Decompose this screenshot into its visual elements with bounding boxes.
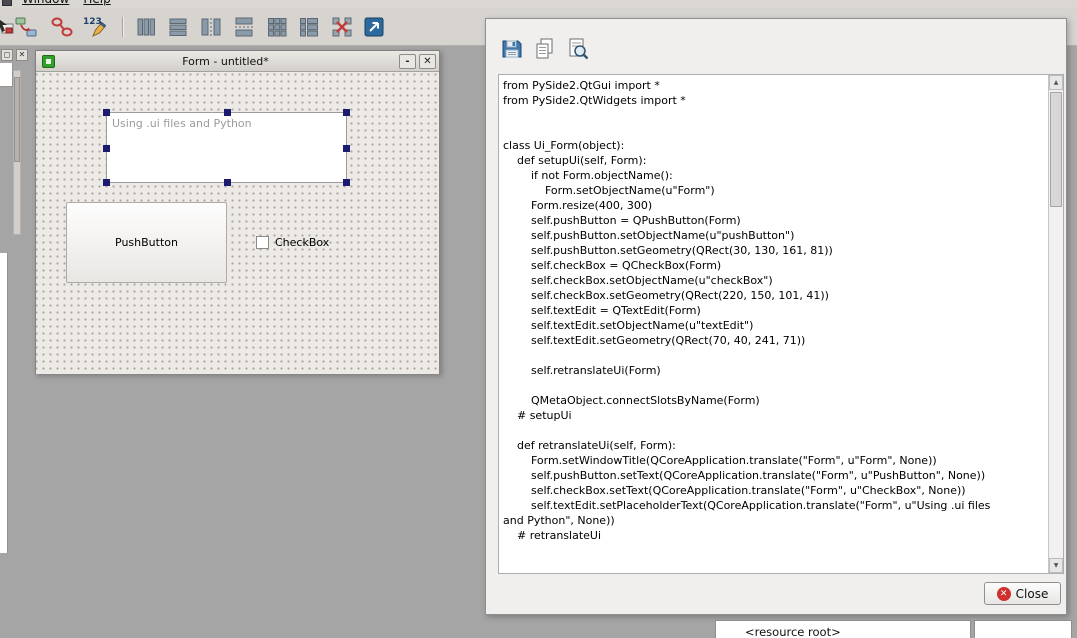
adjust-size-icon[interactable]: [362, 15, 386, 39]
menu-window[interactable]: Window: [22, 0, 69, 6]
save-icon[interactable]: [500, 37, 524, 61]
layout-grid-icon[interactable]: [265, 15, 289, 39]
dock-float-button[interactable]: ◻: [1, 49, 13, 61]
scrollbar-thumb[interactable]: [1050, 92, 1062, 207]
widgetbox-scrollbar[interactable]: [13, 70, 21, 235]
break-layout-icon[interactable]: [330, 15, 354, 39]
edit-signals-slots-icon[interactable]: [14, 15, 38, 39]
layout-horizontal-icon[interactable]: [134, 15, 158, 39]
selection-handle[interactable]: [343, 179, 350, 186]
tab-order-digits: 123: [83, 17, 102, 27]
resource-root-item[interactable]: <resource root>: [716, 621, 970, 638]
vertical-scrollbar[interactable]: ▲ ▼: [1048, 75, 1063, 573]
widgetbox-scrollbar-thumb[interactable]: [14, 77, 20, 162]
selection-handle[interactable]: [103, 179, 110, 186]
widgetbox-panel-fragment: [0, 253, 8, 553]
edit-buddies-icon[interactable]: [50, 15, 74, 39]
selection-handle[interactable]: [343, 145, 350, 152]
checkbox-indicator[interactable]: [256, 236, 269, 249]
layout-vertical-splitter-icon[interactable]: [232, 15, 256, 39]
layout-horizontal-splitter-icon[interactable]: [199, 15, 223, 39]
textedit-placeholder: Using .ui files and Python: [112, 117, 252, 130]
widgetbox-filter-fragment[interactable]: [0, 63, 13, 87]
selection-handle[interactable]: [224, 109, 231, 116]
close-circle-icon: ✕: [997, 587, 1011, 601]
dialog-close-button[interactable]: ✕ Close: [984, 582, 1061, 605]
resource-browser-panel: <resource root>: [715, 620, 971, 638]
pushbutton-widget[interactable]: PushButton: [66, 202, 227, 283]
code-preview-dialog: from PySide2.QtGui import * from PySide2…: [485, 18, 1067, 615]
code-dialog-toolbar: [500, 37, 590, 61]
form-window-title: Form - untitled*: [55, 55, 396, 68]
scroll-down-button[interactable]: ▼: [1049, 558, 1063, 573]
edit-tab-order-icon[interactable]: 123: [82, 15, 106, 39]
checkbox-widget[interactable]: CheckBox: [256, 222, 357, 263]
layout-form-icon[interactable]: [297, 15, 321, 39]
menu-help[interactable]: Help: [83, 0, 110, 6]
close-button-label: Close: [1016, 587, 1049, 601]
dock-titlebar-fragment: ◻ ✕: [1, 49, 28, 61]
copy-icon[interactable]: [533, 37, 557, 61]
selection-handle[interactable]: [224, 179, 231, 186]
app-icon: [2, 0, 12, 6]
form-minimize-button[interactable]: -: [399, 54, 416, 69]
form-window-titlebar[interactable]: Form - untitled* - ✕: [36, 51, 439, 72]
menubar: Window Help: [0, 0, 1077, 8]
selection-handle[interactable]: [103, 145, 110, 152]
bottom-right-panel: [974, 620, 1072, 638]
dock-close-button[interactable]: ✕: [16, 49, 28, 61]
textedit-widget[interactable]: Using .ui files and Python: [106, 112, 347, 183]
toolbar-separator: [122, 17, 124, 37]
code-editor[interactable]: from PySide2.QtGui import * from PySide2…: [498, 74, 1064, 574]
form-window-icon: [42, 55, 55, 68]
selection-handle[interactable]: [343, 109, 350, 116]
qt-designer-app: Window Help 123: [0, 0, 1077, 638]
form-designer-window: Form - untitled* - ✕ Using .ui files and…: [35, 50, 440, 374]
pushbutton-label: PushButton: [115, 236, 178, 249]
code-text[interactable]: from PySide2.QtGui import * from PySide2…: [499, 75, 1047, 573]
scroll-up-button[interactable]: ▲: [1049, 75, 1063, 90]
find-icon[interactable]: [566, 37, 590, 61]
selection-handle[interactable]: [103, 109, 110, 116]
layout-vertical-icon[interactable]: [166, 15, 190, 39]
form-close-button[interactable]: ✕: [419, 54, 436, 69]
form-canvas[interactable]: Using .ui files and Python PushButton Ch…: [36, 72, 439, 374]
checkbox-label: CheckBox: [275, 236, 329, 249]
